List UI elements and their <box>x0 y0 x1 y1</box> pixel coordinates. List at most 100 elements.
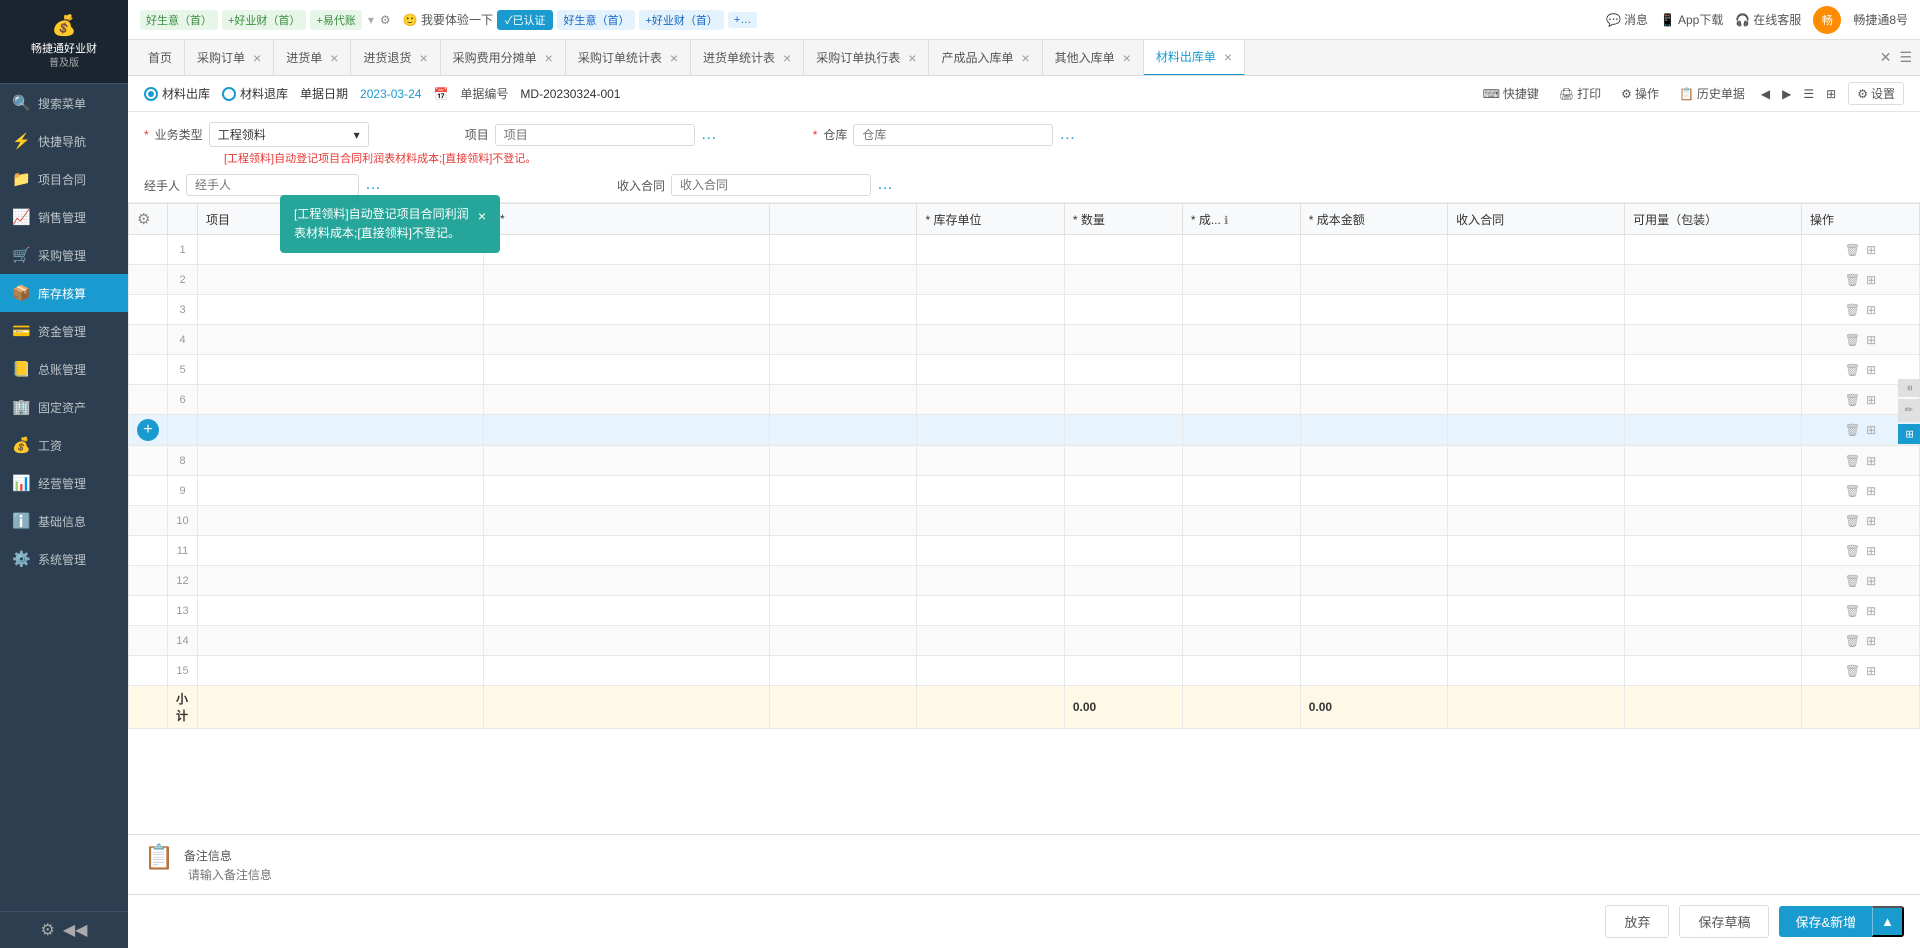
cell-cost-amt-3[interactable] <box>1300 295 1447 325</box>
copy-row-icon-1[interactable]: ⊞ <box>1866 243 1876 257</box>
cell-unit-15[interactable] <box>917 656 1064 686</box>
tab-purchase-expense[interactable]: 采购费用分摊单 × <box>441 40 566 76</box>
cell-unit-4[interactable] <box>917 325 1064 355</box>
tab-goods-return[interactable]: 进货退货 × <box>351 40 440 76</box>
cell-project-5[interactable] <box>198 355 484 385</box>
cell-project-7[interactable] <box>198 415 484 446</box>
cell-usable-14[interactable] <box>1625 626 1802 656</box>
cell-qty-11[interactable] <box>1064 536 1182 566</box>
cost-info-icon[interactable]: ℹ <box>1224 215 1228 227</box>
tab-goods-stats[interactable]: 进货单统计表 × <box>691 40 804 76</box>
cell-income-11[interactable] <box>1448 536 1625 566</box>
cell-unit-1[interactable] <box>917 235 1064 265</box>
cell-spec-6[interactable] <box>770 385 917 415</box>
cell-usable-7[interactable] <box>1625 415 1802 446</box>
delete-row-icon-5[interactable]: 🗑 <box>1845 363 1860 377</box>
cell-item-15[interactable] <box>484 656 770 686</box>
radio-material-return[interactable]: 材料退库 <box>222 85 288 102</box>
cell-project-15[interactable] <box>198 656 484 686</box>
cell-income-1[interactable] <box>1448 235 1625 265</box>
tab-close-all-icon[interactable]: ✕ <box>1880 49 1892 66</box>
copy-row-icon-6[interactable]: ⊞ <box>1866 393 1876 407</box>
tab-other-receipt-close[interactable]: × <box>1123 50 1131 66</box>
cell-usable-4[interactable] <box>1625 325 1802 355</box>
cell-spec-15[interactable] <box>770 656 917 686</box>
sidebar-item-inventory[interactable]: 📦 库存核算 <box>0 274 128 312</box>
tab-purchase-stats-close[interactable]: × <box>670 50 678 66</box>
view-grid-icon[interactable]: ⊞ <box>1826 87 1836 101</box>
cell-spec-13[interactable] <box>770 596 917 626</box>
cell-unit-9[interactable] <box>917 476 1064 506</box>
sidebar-item-project[interactable]: 📁 项目合同 <box>0 160 128 198</box>
cell-cost-11[interactable] <box>1182 536 1300 566</box>
message-btn[interactable]: 💬 消息 <box>1606 11 1648 28</box>
project-dots-btn[interactable]: … <box>701 126 717 144</box>
cell-qty-12[interactable] <box>1064 566 1182 596</box>
cell-item-11[interactable] <box>484 536 770 566</box>
tab-purchase-order-close[interactable]: × <box>253 50 261 66</box>
delete-row-icon-11[interactable]: 🗑 <box>1845 544 1860 558</box>
copy-row-icon-11[interactable]: ⊞ <box>1866 544 1876 558</box>
delete-row-icon-14[interactable]: 🗑 <box>1845 634 1860 648</box>
nav-prev-btn[interactable]: ◀ <box>1761 87 1770 101</box>
tab-purchase-expense-close[interactable]: × <box>545 50 553 66</box>
cell-income-3[interactable] <box>1448 295 1625 325</box>
warehouse-dots-btn[interactable]: … <box>1059 126 1075 144</box>
cell-usable-3[interactable] <box>1625 295 1802 325</box>
cell-item-3[interactable] <box>484 295 770 325</box>
tab-home[interactable]: 首页 <box>136 40 185 76</box>
warehouse-input[interactable] <box>853 124 1053 146</box>
cell-income-5[interactable] <box>1448 355 1625 385</box>
delete-row-icon-7[interactable]: 🗑 <box>1845 423 1860 437</box>
cell-usable-8[interactable] <box>1625 446 1802 476</box>
save-draft-btn[interactable]: 保存草稿 <box>1679 905 1769 938</box>
add-row-btn[interactable]: + <box>137 419 159 441</box>
cell-cost-amt-14[interactable] <box>1300 626 1447 656</box>
cell-cost-amt-12[interactable] <box>1300 566 1447 596</box>
cell-item-10[interactable] <box>484 506 770 536</box>
sidebar-item-basicinfo[interactable]: ℹ️ 基础信息 <box>0 502 128 540</box>
cell-unit-5[interactable] <box>917 355 1064 385</box>
cell-unit-6[interactable] <box>917 385 1064 415</box>
cell-unit-2[interactable] <box>917 265 1064 295</box>
cell-cost-amt-10[interactable] <box>1300 506 1447 536</box>
delete-row-icon-15[interactable]: 🗑 <box>1845 664 1860 678</box>
cell-income-6[interactable] <box>1448 385 1625 415</box>
cell-unit-3[interactable] <box>917 295 1064 325</box>
handler-dots-btn[interactable]: … <box>365 176 381 194</box>
cell-unit-8[interactable] <box>917 446 1064 476</box>
cell-item-12[interactable] <box>484 566 770 596</box>
cell-qty-6[interactable] <box>1064 385 1182 415</box>
sidebar-item-system[interactable]: ⚙️ 系统管理 <box>0 540 128 578</box>
business-type-select[interactable]: 工程领料 ▾ <box>209 122 369 147</box>
cell-spec-14[interactable] <box>770 626 917 656</box>
cell-item-9[interactable] <box>484 476 770 506</box>
copy-row-icon-15[interactable]: ⊞ <box>1866 664 1876 678</box>
cell-qty-3[interactable] <box>1064 295 1182 325</box>
cell-cost-amt-2[interactable] <box>1300 265 1447 295</box>
income-contract-input[interactable] <box>671 174 871 196</box>
delete-row-icon-8[interactable]: 🗑 <box>1845 454 1860 468</box>
sidebar-item-finance[interactable]: 💳 资金管理 <box>0 312 128 350</box>
sidebar-item-salary[interactable]: 💰 工资 <box>0 426 128 464</box>
cell-qty-1[interactable] <box>1064 235 1182 265</box>
delete-row-icon-13[interactable]: 🗑 <box>1845 604 1860 618</box>
copy-row-icon-12[interactable]: ⊞ <box>1866 574 1876 588</box>
cell-unit-13[interactable] <box>917 596 1064 626</box>
cell-cost-15[interactable] <box>1182 656 1300 686</box>
delete-row-icon-4[interactable]: 🗑 <box>1845 333 1860 347</box>
cell-income-12[interactable] <box>1448 566 1625 596</box>
cell-cost-13[interactable] <box>1182 596 1300 626</box>
cell-cost-amt-4[interactable] <box>1300 325 1447 355</box>
cell-spec-7[interactable] <box>770 415 917 446</box>
cell-cost-3[interactable] <box>1182 295 1300 325</box>
cell-cost-8[interactable] <box>1182 446 1300 476</box>
user-avatar[interactable]: 畅 <box>1813 6 1841 34</box>
cell-spec-9[interactable] <box>770 476 917 506</box>
cell-cost-amt-9[interactable] <box>1300 476 1447 506</box>
sidebar-item-sales[interactable]: 📈 销售管理 <box>0 198 128 236</box>
copy-row-icon-4[interactable]: ⊞ <box>1866 333 1876 347</box>
delete-row-icon-2[interactable]: 🗑 <box>1845 273 1860 287</box>
cell-cost-7[interactable] <box>1182 415 1300 446</box>
cell-item-2[interactable] <box>484 265 770 295</box>
